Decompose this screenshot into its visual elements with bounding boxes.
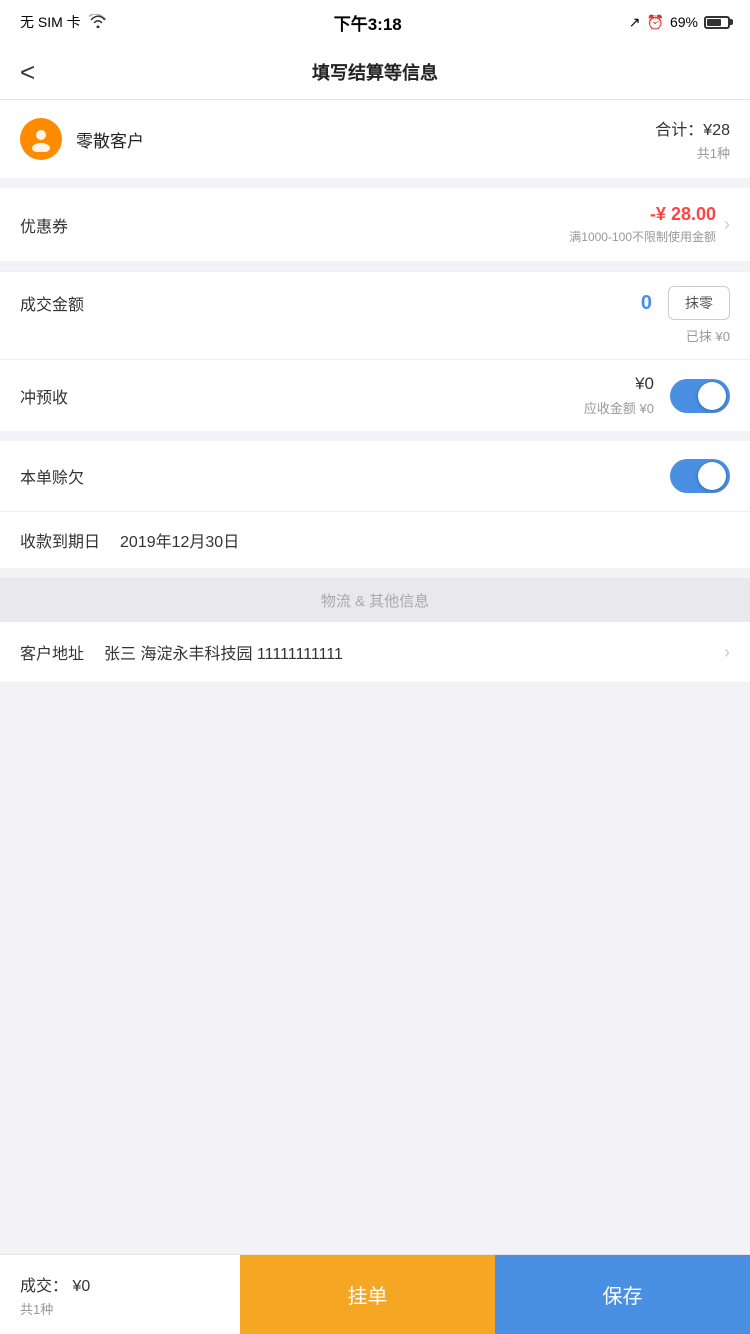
coupon-card[interactable]: 优惠券 -¥ 28.00 满1000-100不限制使用金额 ›	[0, 188, 750, 261]
bottom-deal: 成交： ¥0	[20, 1272, 220, 1296]
deal-amount-row: 成交金额 0 抹零 已抹 ¥0	[0, 271, 750, 359]
nav-bar: < 填写结算等信息	[0, 44, 750, 100]
battery-percent: 69%	[670, 14, 698, 30]
customer-card: 零散客户 合计：¥28 共1种	[0, 100, 750, 178]
alarm-icon: ⏰	[647, 14, 664, 31]
address-value: 张三 海淀永丰科技园 11111111111	[104, 640, 716, 664]
toggle-thumb	[698, 382, 726, 410]
debt-card: 本单赊欠 收款到期日 2019年12月30日	[0, 441, 750, 568]
coupon-desc: 满1000-100不限制使用金额	[569, 228, 716, 245]
prepay-toggle[interactable]	[670, 379, 730, 413]
hang-button[interactable]: 挂单	[240, 1255, 495, 1334]
duedate-row: 收款到期日 2019年12月30日	[0, 511, 750, 568]
coupon-chevron-icon: ›	[724, 214, 730, 235]
carrier-text: 无 SIM 卡	[20, 12, 81, 32]
status-right: ↗ ⏰ 69%	[629, 14, 730, 31]
address-chevron-icon: ›	[724, 642, 730, 663]
debt-label: 本单赊欠	[20, 464, 84, 488]
customer-left: 零散客户	[20, 118, 144, 160]
prepay-right: ¥0 应收金额 ¥0	[584, 374, 730, 417]
customer-right: 合计：¥28 共1种	[655, 116, 730, 162]
status-time: 下午3:18	[334, 10, 402, 35]
customer-name: 零散客户	[76, 127, 144, 152]
page-title: 填写结算等信息	[312, 59, 438, 85]
prepay-row: 冲预收 ¥0 应收金额 ¥0	[0, 359, 750, 431]
round-button[interactable]: 抹零	[668, 286, 730, 320]
wifi-icon	[89, 14, 107, 31]
total-amount: 合计：¥28	[655, 116, 730, 140]
coupon-row[interactable]: 优惠券 -¥ 28.00 满1000-100不限制使用金额 ›	[0, 188, 750, 261]
total-count: 共1种	[655, 143, 730, 162]
battery-icon	[704, 16, 730, 29]
duedate-label: 收款到期日	[20, 528, 100, 552]
coupon-amount: -¥ 28.00	[569, 204, 716, 225]
debt-row: 本单赊欠	[0, 441, 750, 511]
status-bar: 无 SIM 卡 下午3:18 ↗ ⏰ 69%	[0, 0, 750, 44]
prepay-value: ¥0	[584, 374, 654, 394]
debt-toggle-thumb	[698, 462, 726, 490]
prepay-sub: 应收金额 ¥0	[584, 398, 654, 417]
logistics-label: 物流 & 其他信息	[321, 590, 429, 611]
deal-amount-label: 成交金额	[20, 291, 84, 315]
customer-row: 零散客户 合计：¥28 共1种	[0, 100, 750, 178]
prepay-label: 冲预收	[20, 384, 68, 408]
coupon-label: 优惠券	[20, 213, 68, 237]
logistics-section: 物流 & 其他信息	[0, 578, 750, 622]
avatar	[20, 118, 62, 160]
deal-prepay-card: 成交金额 0 抹零 已抹 ¥0 冲预收 ¥0 应收金额 ¥0	[0, 271, 750, 431]
bottom-count: 共1种	[20, 1299, 220, 1318]
duedate-value: 2019年12月30日	[120, 528, 239, 552]
address-row[interactable]: 客户地址 张三 海淀永丰科技园 11111111111 ›	[0, 622, 750, 683]
bottom-bar: 成交： ¥0 共1种 挂单 保存	[0, 1254, 750, 1334]
location-icon: ↗	[629, 14, 641, 31]
status-left: 无 SIM 卡	[20, 12, 107, 32]
bottom-summary: 成交： ¥0 共1种	[0, 1272, 240, 1318]
address-label: 客户地址	[20, 640, 84, 664]
content: 零散客户 合计：¥28 共1种 优惠券 -¥ 28.00 满1000-100不限…	[0, 100, 750, 783]
coupon-right: -¥ 28.00 满1000-100不限制使用金额 ›	[569, 204, 730, 245]
deal-amount-value: 0	[641, 292, 652, 315]
debt-toggle[interactable]	[670, 459, 730, 493]
deal-sub-text: 已抹 ¥0	[20, 326, 730, 345]
back-button[interactable]: <	[20, 55, 43, 89]
prepay-left: 冲预收	[20, 384, 68, 408]
save-button[interactable]: 保存	[495, 1255, 750, 1334]
